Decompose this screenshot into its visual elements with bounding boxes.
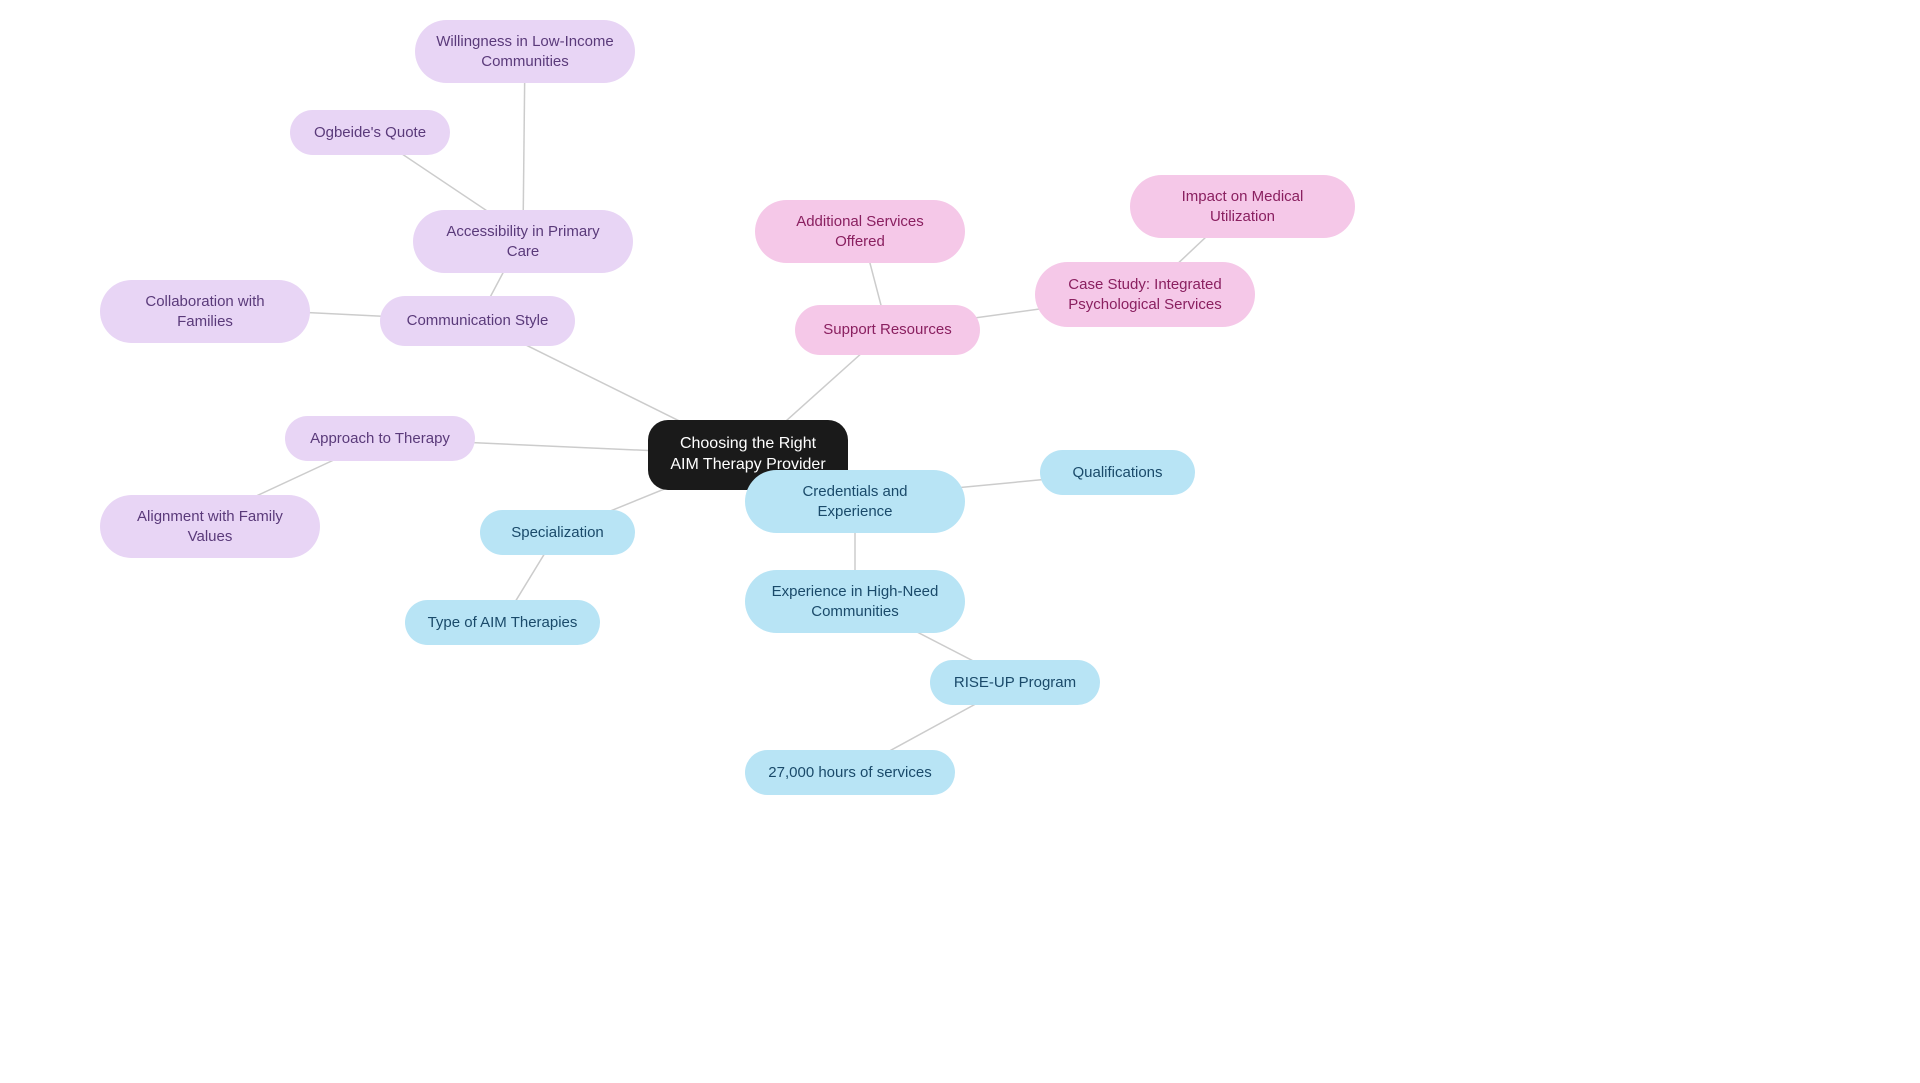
node-casestudy[interactable]: Case Study: Integrated Psychological Ser… bbox=[1035, 262, 1255, 327]
node-riseup[interactable]: RISE-UP Program bbox=[930, 660, 1100, 705]
node-specialization[interactable]: Specialization bbox=[480, 510, 635, 555]
node-hours[interactable]: 27,000 hours of services bbox=[745, 750, 955, 795]
node-credentials[interactable]: Credentials and Experience bbox=[745, 470, 965, 533]
mindmap-container: Choosing the Right AIM Therapy ProviderW… bbox=[0, 0, 1920, 1083]
node-alignment[interactable]: Alignment with Family Values bbox=[100, 495, 320, 558]
node-approach[interactable]: Approach to Therapy bbox=[285, 416, 475, 461]
node-willingness[interactable]: Willingness in Low-Income Communities bbox=[415, 20, 635, 83]
node-collaboration[interactable]: Collaboration with Families bbox=[100, 280, 310, 343]
node-typeaim[interactable]: Type of AIM Therapies bbox=[405, 600, 600, 645]
node-experience[interactable]: Experience in High-Need Communities bbox=[745, 570, 965, 633]
node-communication[interactable]: Communication Style bbox=[380, 296, 575, 346]
node-qualifications[interactable]: Qualifications bbox=[1040, 450, 1195, 495]
node-accessibility[interactable]: Accessibility in Primary Care bbox=[413, 210, 633, 273]
node-ogbeide[interactable]: Ogbeide's Quote bbox=[290, 110, 450, 155]
node-additional[interactable]: Additional Services Offered bbox=[755, 200, 965, 263]
node-impact[interactable]: Impact on Medical Utilization bbox=[1130, 175, 1355, 238]
node-support[interactable]: Support Resources bbox=[795, 305, 980, 355]
